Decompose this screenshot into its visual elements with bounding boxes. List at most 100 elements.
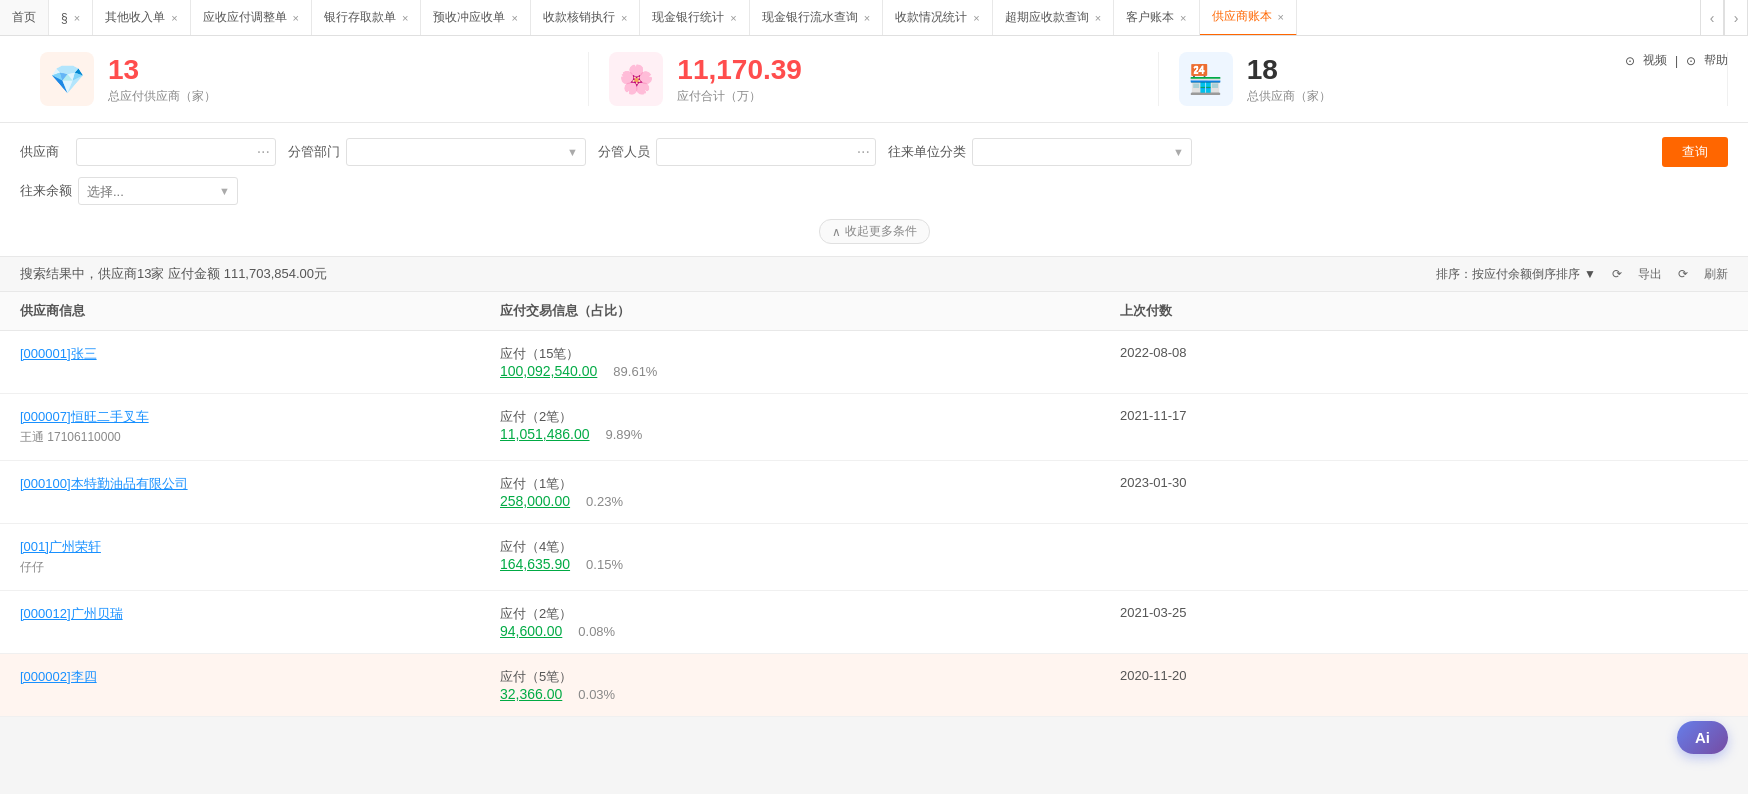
payable-suppliers-number: 13 [108,53,216,87]
supplier-col-0: [000001]张三 [20,345,500,363]
nav-tab-8[interactable]: 现金银行流水查询× [750,0,883,36]
right-actions: 排序：按应付余额倒序排序 ▼ ⟳ 导出 ⟳ 刷新 [1436,266,1728,283]
transaction-col-0: 应付（15笔）100,092,540.00 89.61% [500,345,1120,379]
close-tab-11-icon[interactable]: × [1180,12,1186,24]
nav-tab-11[interactable]: 客户账本× [1114,0,1199,36]
trans-amount-1[interactable]: 11,051,486.00 [500,426,590,442]
filter-row-2: 往来余额 ▼ [20,177,1728,205]
nav-tab-6[interactable]: 收款核销执行× [531,0,640,36]
top-navigation: 首页§×其他收入单×应收应付调整单×银行存取款单×预收冲应收单×收款核销执行×现… [0,0,1748,36]
supplier-link-5[interactable]: [000002]李四 [20,669,97,684]
nav-next-arrow[interactable]: › [1724,0,1748,36]
nav-tab-0[interactable]: 首页 [0,0,49,36]
total-suppliers-label: 总供应商（家） [1247,88,1331,105]
total-suppliers-info: 18 总供应商（家） [1247,53,1331,106]
close-tab-5-icon[interactable]: × [511,12,517,24]
supplier-link-3[interactable]: [001]广州荣轩 [20,539,101,554]
nav-tab-12[interactable]: 供应商账本× [1200,0,1297,36]
sort-label: 排序：按应付余额倒序排序 [1436,266,1580,283]
collapse-bar: ∧ 收起更多条件 [20,215,1728,246]
supplier-link-4[interactable]: [000012]广州贝瑞 [20,606,123,621]
query-button[interactable]: 查询 [1662,137,1728,167]
sort-chevron-icon: ▼ [1584,267,1596,281]
transaction-text-0: 应付（15笔）100,092,540.00 89.61% [500,345,1120,379]
close-tab-8-icon[interactable]: × [864,12,870,24]
trans-amount-0[interactable]: 100,092,540.00 [500,363,597,379]
close-tab-6-icon[interactable]: × [621,12,627,24]
payable-total-label: 应付合计（万） [677,88,802,105]
dept-select-wrap: ▼ [346,138,586,166]
balance-input[interactable] [78,177,238,205]
collapse-button[interactable]: ∧ 收起更多条件 [819,219,930,244]
supplier-link-2[interactable]: [000100]本特勤油品有限公司 [20,476,188,491]
nav-tab-10[interactable]: 超期应收款查询× [993,0,1114,36]
category-input[interactable] [972,138,1192,166]
close-tab-12-icon[interactable]: × [1278,11,1284,23]
sort-select[interactable]: 排序：按应付余额倒序排序 ▼ [1436,266,1596,283]
refresh-icon: ⟳ [1678,267,1688,281]
transaction-text-4: 应付（2笔）94,600.000.08% [500,605,1120,639]
trans-amount-4[interactable]: 94,600.00 [500,623,562,639]
nav-tab-3[interactable]: 应收应付调整单× [191,0,312,36]
nav-tab-9[interactable]: 收款情况统计× [883,0,992,36]
close-tab-10-icon[interactable]: × [1095,12,1101,24]
balance-select-wrap: ▼ [78,177,238,205]
trans-label-3: 应付（4笔） [500,538,1120,556]
transaction-col-1: 应付（2笔）11,051,486.009.89% [500,408,1120,442]
payable-total-icon: 🌸 [609,52,663,106]
close-tab-7-icon[interactable]: × [730,12,736,24]
filter-row-1: 供应商 ··· 分管部门 ▼ 分管人员 ··· 往来单位分类 ▼ [20,137,1728,167]
refresh-button[interactable]: 刷新 [1704,266,1728,283]
filter-dept: 分管部门 ▼ [288,138,586,166]
payable-suppliers-label: 总应付供应商（家） [108,88,216,105]
supplier-col-2: [000100]本特勤油品有限公司 [20,475,500,493]
header-last-pay: 上次付数 [1120,302,1728,320]
close-tab-9-icon[interactable]: × [973,12,979,24]
nav-prev-arrow[interactable]: ‹ [1700,0,1724,36]
close-tab-3-icon[interactable]: × [293,12,299,24]
supplier-contact-1: 王通 17106110000 [20,429,500,446]
person-label: 分管人员 [598,143,650,161]
supplier-contact-3: 仔仔 [20,559,500,576]
filter-category: 往来单位分类 ▼ [888,138,1192,166]
nav-tab-2[interactable]: 其他收入单× [93,0,190,36]
trans-percent-0: 89.61% [613,364,657,379]
nav-tab-7[interactable]: 现金银行统计× [640,0,749,36]
supplier-input[interactable] [76,138,276,166]
filter-supplier: 供应商 ··· [20,138,276,166]
person-input[interactable] [656,138,876,166]
trans-percent-2: 0.23% [586,494,623,509]
trans-label-1: 应付（2笔） [500,408,1120,426]
nav-tab-4[interactable]: 银行存取款单× [312,0,421,36]
person-input-wrap: ··· [656,138,876,166]
video-link[interactable]: 视频 [1643,52,1667,69]
supplier-link-1[interactable]: [000007]恒旺二手叉车 [20,409,149,424]
trans-label-5: 应付（5笔） [500,668,1120,686]
transaction-text-1: 应付（2笔）11,051,486.009.89% [500,408,1120,442]
trans-amount-3[interactable]: 164,635.90 [500,556,570,572]
transaction-col-2: 应付（1笔）258,000.000.23% [500,475,1120,509]
trans-label-0: 应付（15笔） [500,345,1120,363]
table-row: [000100]本特勤油品有限公司应付（1笔）258,000.000.23%20… [0,461,1748,524]
dept-input[interactable] [346,138,586,166]
help-link[interactable]: 帮助 [1704,52,1728,69]
supplier-link-0[interactable]: [000001]张三 [20,346,97,361]
balance-label: 往来余额 [20,182,72,200]
header-supplier: 供应商信息 [20,302,500,320]
circle-icon: ⊙ [1625,54,1635,68]
filter-area: 供应商 ··· 分管部门 ▼ 分管人员 ··· 往来单位分类 ▼ [0,123,1748,257]
close-tab-1-icon[interactable]: × [74,12,80,24]
transaction-text-2: 应付（1笔）258,000.000.23% [500,475,1120,509]
nav-tab-5[interactable]: 预收冲应收单× [421,0,530,36]
nav-tab-1[interactable]: §× [49,0,93,36]
trans-amount-2[interactable]: 258,000.00 [500,493,570,509]
close-tab-4-icon[interactable]: × [402,12,408,24]
collapse-chevron-icon: ∧ [832,225,841,239]
export-button[interactable]: 导出 [1638,266,1662,283]
close-tab-2-icon[interactable]: × [171,12,177,24]
summary-area: 💎 13 总应付供应商（家） 🌸 11,170.39 应付合计（万） 🏪 18 … [0,36,1748,123]
supplier-label: 供应商 [20,143,70,161]
table-row: [000012]广州贝瑞应付（2笔）94,600.000.08%2021-03-… [0,591,1748,654]
trans-amount-5[interactable]: 32,366.00 [500,686,562,702]
last-pay-col-5: 2020-11-20 [1120,668,1728,683]
